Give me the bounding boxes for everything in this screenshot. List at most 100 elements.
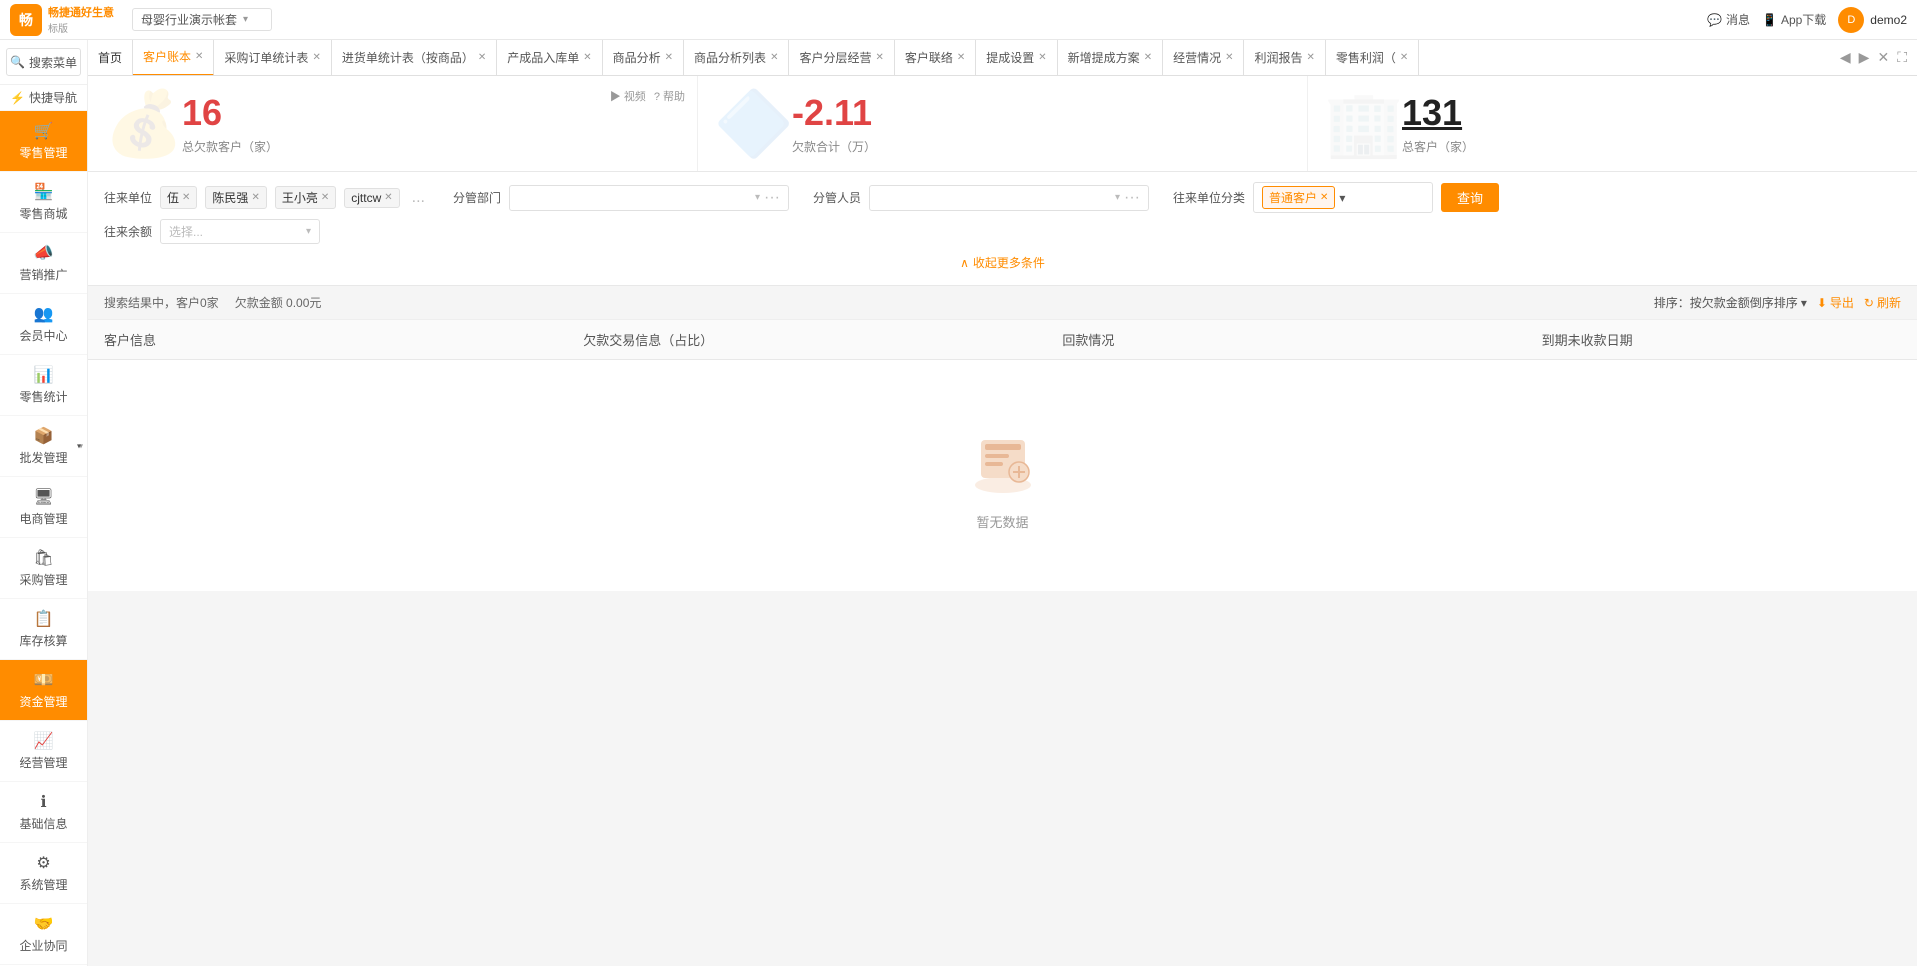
video-help-button[interactable]: ▶ 视频 [610,88,646,104]
collapse-button[interactable]: ∧ 收起更多条件 [104,250,1901,275]
app-container: 畅 畅捷通好生意 标版 母婴行业演示帐套 ▾ 💬 消息 📱 App下载 D de… [0,0,1917,966]
more-tags-button[interactable]: ... [408,189,429,207]
tab-product-inbound[interactable]: 产成品入库单 ✕ [497,40,602,76]
sidebar-item-basic-info[interactable]: ℹ 基础信息 [0,782,87,843]
tab-customer-segment[interactable]: 客户分层经营 ✕ [789,40,894,76]
sidebar-item-member[interactable]: 👥 会员中心 [0,294,87,355]
tab-purchase-order-stats[interactable]: 采购订单统计表 ✕ [214,40,331,76]
tag-cjttcw-close[interactable]: ✕ [384,192,392,203]
tab-close-goods-list[interactable]: ✕ [770,52,778,63]
sort-label-text: 排序：按欠款金额倒序排序 [1654,294,1798,311]
help-button[interactable]: ? 帮助 [654,88,685,104]
tab-close-customer-segment[interactable]: ✕ [875,52,883,63]
industry-selector[interactable]: 母婴行业演示帐套 ▾ [132,8,272,31]
logo-text-block: 畅捷通好生意 标版 [48,4,114,35]
tab-prev-button[interactable]: ◀ [1838,47,1853,68]
data-table: 客户信息 欠款交易信息（占比） 回款情况 到期未收款日期 [88,320,1917,591]
tab-close-customer-contact[interactable]: ✕ [957,52,965,63]
tab-close-retail-profit[interactable]: ✕ [1400,52,1408,63]
tab-close-promotion-settings[interactable]: ✕ [1038,52,1046,63]
quick-nav-button[interactable]: ⚡ 快捷导航 [0,85,87,111]
sidebar-item-marketing[interactable]: 📣 营销推广 [0,233,87,294]
tab-new-promotion-plan[interactable]: 新增提成方案 ✕ [1058,40,1163,76]
tab-close-product-inbound[interactable]: ✕ [583,52,591,63]
user-menu[interactable]: D demo2 [1838,7,1907,33]
tab-goods-analysis[interactable]: 商品分析 ✕ [603,40,684,76]
division-dept-more[interactable]: ··· [764,189,780,207]
tab-close-goods-analysis[interactable]: ✕ [665,52,673,63]
tab-bar: 首页 客户账本 ✕ 采购订单统计表 ✕ 进货单统计表（按商品） ✕ 产成品入库单… [88,40,1917,76]
division-person-select[interactable]: ▾ ··· [869,185,1149,211]
sidebar-item-system[interactable]: ⚙ 系统管理 [0,843,87,904]
tab-inbound-stats[interactable]: 进货单统计表（按商品） ✕ [332,40,497,76]
wholesale-arrow: ▾ [79,442,83,451]
top-right: 💬 消息 📱 App下载 D demo2 [1707,7,1907,33]
tag-chenminqiang-close[interactable]: ✕ [251,192,259,203]
tab-close-inbound[interactable]: ✕ [478,52,486,63]
tab-customer-contact[interactable]: 客户联络 ✕ [895,40,976,76]
filter-tag-wangxiaoliang[interactable]: 王小亮 ✕ [275,186,336,209]
message-button[interactable]: 💬 消息 [1707,11,1750,28]
sidebar-item-capital[interactable]: 💴 资金管理 [0,660,87,721]
query-button[interactable]: 查询 [1441,183,1499,212]
tag-wangxiaoliang-close[interactable]: ✕ [321,192,329,203]
sidebar-item-retail-stats[interactable]: 📊 零售统计 [0,355,87,416]
sidebar-item-retail-mall[interactable]: 🏪 零售商城 [0,172,87,233]
affiliated-unit-label: 往来单位 [104,189,152,206]
division-dept-select[interactable]: ▾ ··· [509,185,789,211]
result-bar: 搜索结果中，客户0家 欠款金额 0.00元 排序：按欠款金额倒序排序 ▾ ⬇ 导… [88,286,1917,320]
filter-row-2: 往来余额 选择... ▾ [104,219,1901,244]
sidebar-item-wholesale[interactable]: 📦 批发管理 ▾ [0,416,87,477]
sidebar-item-retail[interactable]: 🛒 零售管理 [0,111,87,172]
tab-home[interactable]: 首页 [88,40,133,76]
search-icon: 🔍 [10,55,25,69]
tab-goods-analysis-list[interactable]: 商品分析列表 ✕ [684,40,789,76]
operation-icon: 📈 [34,731,54,751]
logo-area: 畅 畅捷通好生意 标版 [10,4,114,36]
refresh-button[interactable]: ↻ 刷新 [1864,294,1901,311]
tag-wu-close[interactable]: ✕ [182,192,190,203]
tab-expand-button[interactable]: ⛶ [1895,47,1909,68]
balance-select[interactable]: 选择... ▾ [160,219,320,244]
classify-tag-close[interactable]: ✕ [1320,192,1328,203]
tab-promotion-settings[interactable]: 提成设置 ✕ [976,40,1057,76]
balance-arrow: ▾ [306,226,311,237]
tab-close-purchase-order[interactable]: ✕ [312,52,320,63]
export-button[interactable]: ⬇ 导出 [1817,294,1854,311]
ecommerce-icon: 🖥 [33,487,53,507]
filter-tag-wu[interactable]: 伍 ✕ [160,186,197,209]
balance-label: 往来余额 [104,223,152,240]
tab-retail-profit[interactable]: 零售利润（ ✕ [1326,40,1419,76]
tab-close-customer-balance[interactable]: ✕ [195,51,203,62]
tab-close-business[interactable]: ✕ [1225,52,1233,63]
tab-close-profit-report[interactable]: ✕ [1307,52,1315,63]
tab-profit-report[interactable]: 利润报告 ✕ [1244,40,1325,76]
sort-button[interactable]: 排序：按欠款金额倒序排序 ▾ [1654,294,1807,311]
tab-close-new-plan[interactable]: ✕ [1144,52,1152,63]
filter-tag-cjttcw[interactable]: cjttcw ✕ [344,188,399,208]
sidebar-item-inventory[interactable]: 📋 库存核算 [0,599,87,660]
tab-customer-balance[interactable]: 客户账本 ✕ [133,40,214,76]
stats-row: 💰 16 总欠款客户（家） ▶ 视频 ? 帮助 🔷 -2. [88,76,1917,172]
tab-business-situation[interactable]: 经营情况 ✕ [1163,40,1244,76]
unit-classify-tag[interactable]: 普通客户 ✕ [1262,186,1335,209]
col-header-repayment: 回款情况 [1062,330,1541,349]
sidebar-item-enterprise-cooperation[interactable]: 🤝 企业协同 [0,904,87,965]
tab-next-button[interactable]: ▶ [1857,47,1872,68]
content-area: 首页 客户账本 ✕ 采购订单统计表 ✕ 进货单统计表（按商品） ✕ 产成品入库单… [88,40,1917,966]
total-arrears-amount: -2.11 [792,92,876,134]
stat-bg-arrears-icon: 🔷 [714,86,794,161]
sidebar-item-operation[interactable]: 📈 经营管理 [0,721,87,782]
search-menu-button[interactable]: 🔍 搜索菜单 [6,48,81,76]
table-header-row: 客户信息 欠款交易信息（占比） 回款情况 到期未收款日期 [88,320,1917,360]
filter-tag-chenminqiang[interactable]: 陈民强 ✕ [205,186,266,209]
sidebar-item-purchase[interactable]: 🛍 采购管理 [0,538,87,599]
sidebar-item-ecommerce[interactable]: 🖥 电商管理 [0,477,87,538]
search-result-text: 搜索结果中，客户0家 [104,294,219,311]
unit-classify-label: 往来单位分类 [1173,189,1245,206]
division-person-more[interactable]: ··· [1124,189,1140,207]
app-download-button[interactable]: 📱 App下载 [1762,11,1826,28]
tab-close-all-button[interactable]: ✕ [1875,47,1891,68]
retail-mall-icon: 🏪 [34,182,54,202]
unit-classify-select[interactable]: 普通客户 ✕ ▾ [1253,182,1433,213]
